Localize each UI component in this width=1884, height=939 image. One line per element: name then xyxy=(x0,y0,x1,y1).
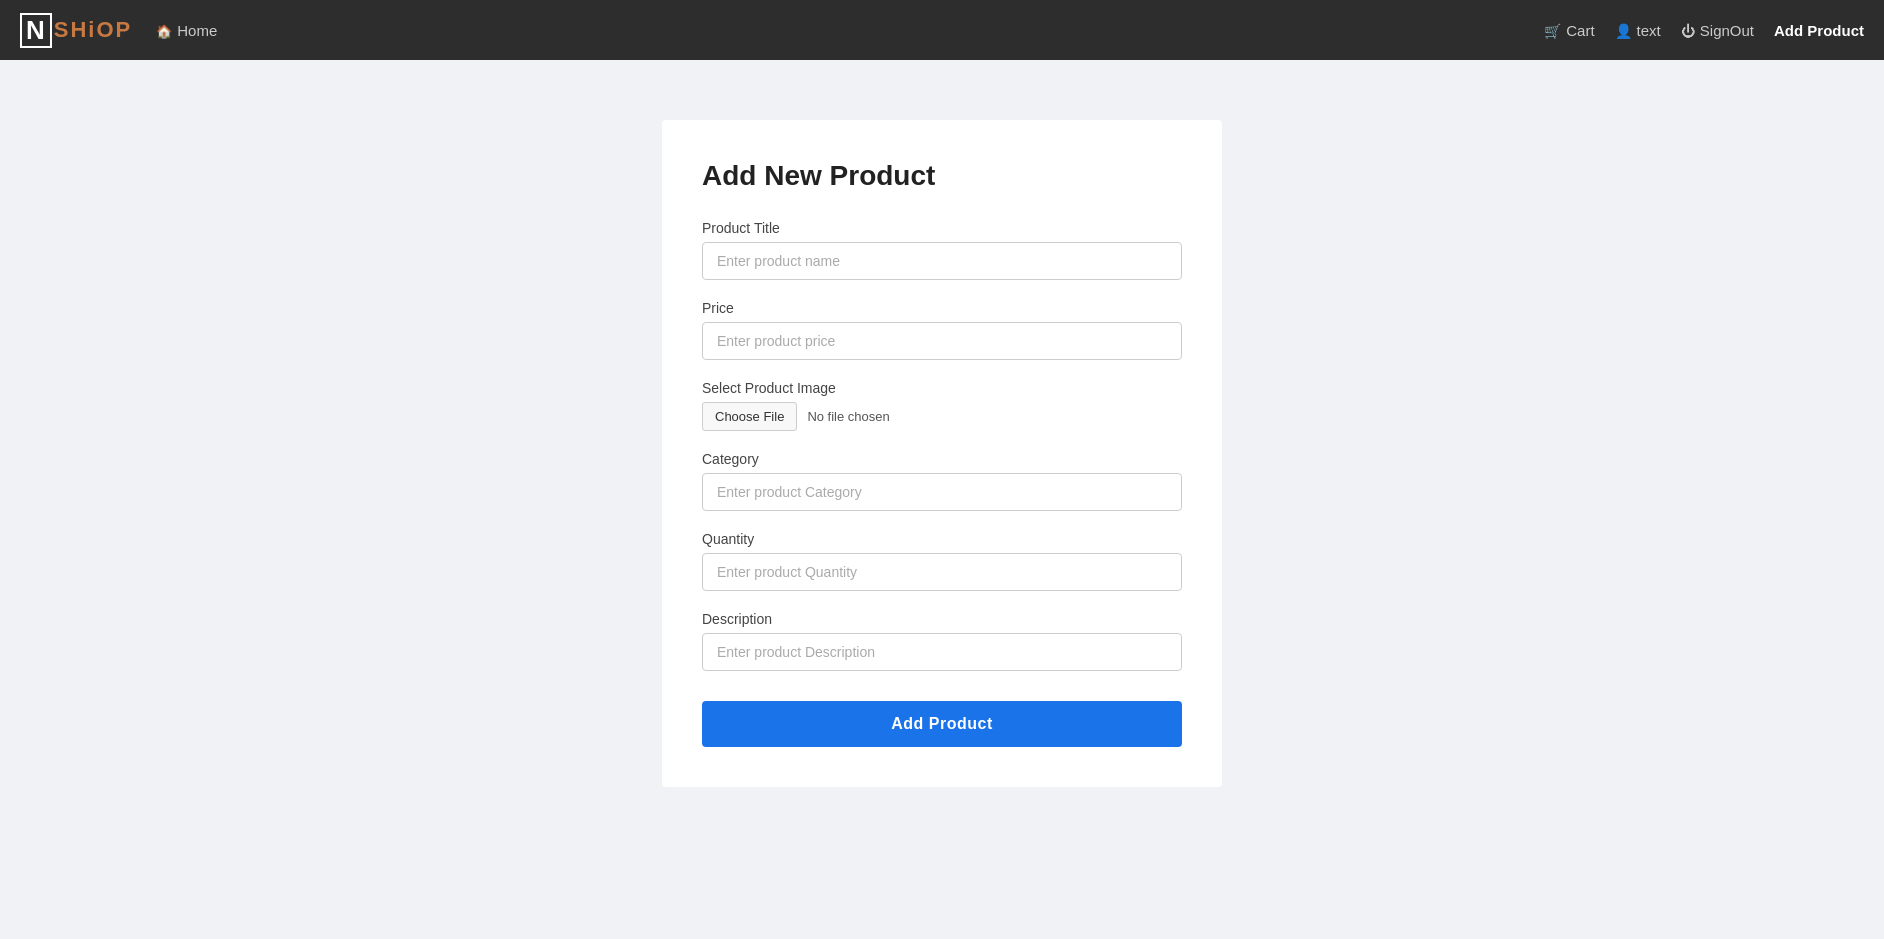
user-label: text xyxy=(1637,22,1661,39)
add-product-button[interactable]: Add Product xyxy=(702,701,1182,747)
quantity-label: Quantity xyxy=(702,531,1182,547)
form-title: Add New Product xyxy=(702,160,1182,192)
signout-icon xyxy=(1681,22,1695,39)
image-label: Select Product Image xyxy=(702,380,1182,396)
home-link[interactable]: Home xyxy=(156,22,217,39)
home-label: Home xyxy=(177,22,217,39)
cart-link[interactable]: Cart xyxy=(1544,22,1594,39)
navbar-right: Cart text SignOut Add Product xyxy=(1544,22,1864,39)
price-input[interactable] xyxy=(702,322,1182,360)
home-icon xyxy=(156,22,172,39)
logo-shop: SHiOP xyxy=(54,17,132,43)
category-input[interactable] xyxy=(702,473,1182,511)
no-file-chosen-text: No file chosen xyxy=(807,409,889,424)
product-title-label: Product Title xyxy=(702,220,1182,236)
description-label: Description xyxy=(702,611,1182,627)
navbar: NSHiOP Home Cart text SignOut Add Produc… xyxy=(0,0,1884,60)
quantity-group: Quantity xyxy=(702,531,1182,591)
cart-label: Cart xyxy=(1566,22,1594,39)
main-content: Add New Product Product Title Price Sele… xyxy=(0,60,1884,847)
signout-link[interactable]: SignOut xyxy=(1681,22,1754,39)
navbar-left: NSHiOP Home xyxy=(20,13,217,48)
description-input[interactable] xyxy=(702,633,1182,671)
quantity-input[interactable] xyxy=(702,553,1182,591)
logo-n: N xyxy=(20,13,52,48)
user-profile[interactable]: text xyxy=(1615,22,1661,39)
logo[interactable]: NSHiOP xyxy=(20,13,132,48)
description-group: Description xyxy=(702,611,1182,671)
image-group: Select Product Image Choose File No file… xyxy=(702,380,1182,431)
product-title-group: Product Title xyxy=(702,220,1182,280)
price-group: Price xyxy=(702,300,1182,360)
add-product-nav-label[interactable]: Add Product xyxy=(1774,22,1864,39)
signout-label: SignOut xyxy=(1700,22,1754,39)
category-group: Category xyxy=(702,451,1182,511)
file-input-wrapper: Choose File No file chosen xyxy=(702,402,1182,431)
product-title-input[interactable] xyxy=(702,242,1182,280)
choose-file-button[interactable]: Choose File xyxy=(702,402,797,431)
user-icon xyxy=(1615,22,1632,39)
cart-icon xyxy=(1544,22,1561,39)
add-product-form-container: Add New Product Product Title Price Sele… xyxy=(662,120,1222,787)
price-label: Price xyxy=(702,300,1182,316)
category-label: Category xyxy=(702,451,1182,467)
